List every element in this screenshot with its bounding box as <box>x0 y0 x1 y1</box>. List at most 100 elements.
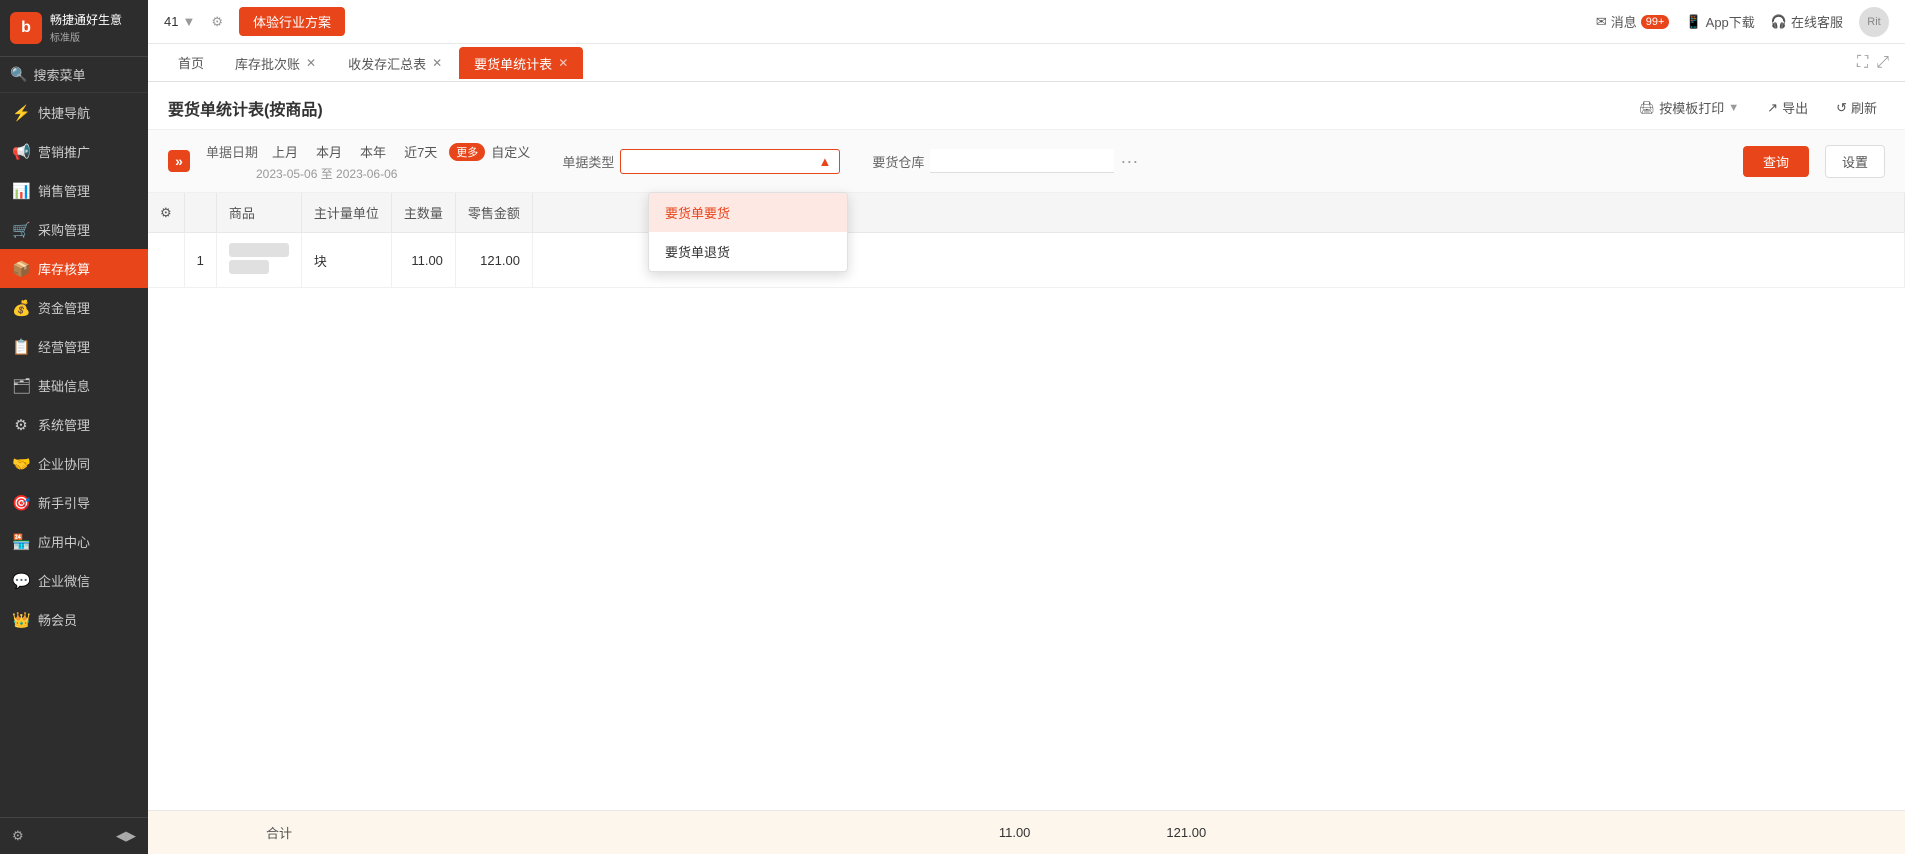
basic-icon: 🗂 <box>12 377 30 395</box>
row-amount: 121.00 <box>455 233 532 288</box>
table-footer: 合计 11.00 121.00 <box>148 810 1905 854</box>
sidebar-item-label: 应用中心 <box>38 532 90 551</box>
print-chevron-icon: ▼ <box>1728 102 1739 114</box>
query-button[interactable]: 查询 <box>1743 146 1809 177</box>
quick-nav-icon: ⚡ <box>12 104 30 122</box>
filter-more-icon[interactable]: ··· <box>1120 151 1138 172</box>
sidebar-item-inventory[interactable]: 📦 库存核算 <box>0 249 148 288</box>
date-range-display: 2023-05-06 至 2023-06-06 <box>206 165 530 182</box>
finance-icon: 💰 <box>12 299 30 317</box>
trial-button[interactable]: 体验行业方案 <box>239 7 345 36</box>
dropdown-item-purchase-order[interactable]: 要货单要货 <box>649 193 847 232</box>
sidebar-item-enterprise[interactable]: 🤝 企业协同 <box>0 444 148 483</box>
chevron-down-icon: ▼ <box>182 14 195 29</box>
tab-close-inventory-batch[interactable]: ✕ <box>306 56 316 70</box>
sidebar-item-marketing[interactable]: 📢 营销推广 <box>0 132 148 171</box>
tab-close-requisition-stats[interactable]: ✕ <box>558 56 568 70</box>
row-gear <box>148 233 184 288</box>
row-quantity: 11.00 <box>391 233 455 288</box>
tab-inventory-batch[interactable]: 库存批次账 ✕ <box>220 47 331 79</box>
tab-close-receive-summary[interactable]: ✕ <box>432 56 442 70</box>
messages-item[interactable]: ✉ 消息 99+ <box>1596 12 1670 31</box>
tabs-bar: 首页 库存批次账 ✕ 收发存汇总表 ✕ 要货单统计表 ✕ ⛶ ⤢ <box>148 44 1905 82</box>
headset-icon: 🎧 <box>1771 14 1787 30</box>
page-content: 要货单统计表(按商品) 🖨 按模板打印 ▼ ↗ 导出 ↺ 刷新 » <box>148 82 1905 854</box>
date-custom-btn[interactable]: 自定义 <box>491 142 530 161</box>
type-filter-wrapper: ▲ <box>620 149 840 174</box>
this-year-btn[interactable]: 本年 <box>354 140 392 163</box>
tab-expand-icon[interactable]: ⛶ <box>1857 54 1868 72</box>
this-month-btn[interactable]: 本月 <box>310 140 348 163</box>
topbar: 41 ▼ ⚙ 体验行业方案 ✉ 消息 99+ 📱 App下载 🎧 在线客服 Ri… <box>148 0 1905 44</box>
sidebar-item-finance[interactable]: 💰 资金管理 <box>0 288 148 327</box>
tab-receive-summary[interactable]: 收发存汇总表 ✕ <box>333 47 457 79</box>
sidebar-item-appstore[interactable]: 🏪 应用中心 <box>0 522 148 561</box>
topbar-right: ✉ 消息 99+ 📱 App下载 🎧 在线客服 Rit <box>1596 7 1889 37</box>
sidebar-item-label: 新手引导 <box>38 493 90 512</box>
footer-amount: 121.00 <box>1106 825 1266 840</box>
sidebar-item-label: 资金管理 <box>38 298 90 317</box>
wechat-icon: 💬 <box>12 572 30 590</box>
guide-icon: 🎯 <box>12 494 30 512</box>
member-icon: 👑 <box>12 611 30 629</box>
sidebar-item-label: 企业协同 <box>38 454 90 473</box>
date-more-badge[interactable]: 更多 <box>449 143 485 161</box>
sidebar-item-operations[interactable]: 📋 经营管理 <box>0 327 148 366</box>
date-label: 单据日期 <box>206 142 258 161</box>
col-unit: 主计量单位 <box>301 193 391 233</box>
phone-icon: 📱 <box>1685 14 1701 30</box>
settings-button[interactable]: 设置 <box>1825 145 1885 178</box>
template-print-label: 按模板打印 <box>1659 98 1724 117</box>
inventory-icon: 📦 <box>12 260 30 278</box>
enterprise-icon: 🤝 <box>12 455 30 473</box>
topbar-gear-icon[interactable]: ⚙ <box>211 14 223 30</box>
type-filter-arrow-icon[interactable]: ▲ <box>818 154 831 169</box>
sales-icon: 📊 <box>12 182 30 200</box>
company-number: 41 <box>164 14 178 29</box>
filter-bar: » 单据日期 上月 本月 本年 近7天 更多 自定义 2023-05-06 至 … <box>148 130 1905 193</box>
sidebar-item-quick-nav[interactable]: ⚡ 快捷导航 <box>0 93 148 132</box>
filter-expand-btn[interactable]: » <box>168 150 190 172</box>
refresh-btn[interactable]: ↺ 刷新 <box>1828 94 1885 121</box>
sidebar-item-label: 库存核算 <box>38 259 90 278</box>
sidebar-item-guide[interactable]: 🎯 新手引导 <box>0 483 148 522</box>
table-row: 1 块 11.00 121.00 <box>148 233 1905 288</box>
last-7-days-btn[interactable]: 近7天 <box>398 140 443 163</box>
sidebar-item-purchase[interactable]: 🛒 采购管理 <box>0 210 148 249</box>
col-seq <box>184 193 216 233</box>
sidebar-settings-icon[interactable]: ⚙ <box>12 828 24 844</box>
col-settings[interactable]: ⚙ <box>148 193 184 233</box>
sidebar-collapse-icon[interactable]: ◀▶ <box>116 828 136 844</box>
company-selector[interactable]: 41 ▼ <box>164 14 195 29</box>
table-wrapper: ⚙ 商品 主计量单位 主数量 零售金额 1 <box>148 193 1905 810</box>
app-download-item[interactable]: 📱 App下载 <box>1685 12 1754 31</box>
tab-fullscreen-icon[interactable]: ⤢ <box>1876 54 1889 72</box>
user-avatar[interactable]: Rit <box>1859 7 1889 37</box>
sidebar-search[interactable]: 🔍 搜索菜单 <box>0 57 148 93</box>
sidebar-item-wechat[interactable]: 💬 企业微信 <box>0 561 148 600</box>
sidebar-item-system[interactable]: ⚙ 系统管理 <box>0 405 148 444</box>
export-btn[interactable]: ↗ 导出 <box>1759 94 1816 121</box>
online-service-item[interactable]: 🎧 在线客服 <box>1771 12 1843 31</box>
footer-label: 合计 <box>254 823 304 842</box>
sidebar-item-basic[interactable]: 🗂 基础信息 <box>0 366 148 405</box>
tab-home[interactable]: 首页 <box>164 47 218 78</box>
purchase-icon: 🛒 <box>12 221 30 239</box>
online-service-label: 在线客服 <box>1791 12 1843 31</box>
row-unit: 块 <box>301 233 391 288</box>
type-filter-input[interactable] <box>629 154 814 169</box>
sidebar-bottom: ⚙ ◀▶ <box>0 817 148 854</box>
last-month-btn[interactable]: 上月 <box>266 140 304 163</box>
dropdown-item-purchase-return[interactable]: 要货单退货 <box>649 232 847 271</box>
template-print-btn[interactable]: 🖨 按模板打印 ▼ <box>1631 94 1747 121</box>
sidebar-item-sales[interactable]: 📊 销售管理 <box>0 171 148 210</box>
print-icon: 🖨 <box>1639 100 1656 116</box>
tabs-actions: ⛶ ⤢ <box>1857 54 1889 72</box>
tab-requisition-stats[interactable]: 要货单统计表 ✕ <box>459 47 583 79</box>
warehouse-filter-input[interactable] <box>930 149 1114 173</box>
avatar-placeholder: Rit <box>1867 16 1880 28</box>
sidebar-item-member[interactable]: 👑 畅会员 <box>0 600 148 639</box>
home-tab-label: 首页 <box>178 53 204 72</box>
app-download-label: App下载 <box>1706 12 1755 31</box>
requisition-stats-label: 要货单统计表 <box>474 54 552 73</box>
